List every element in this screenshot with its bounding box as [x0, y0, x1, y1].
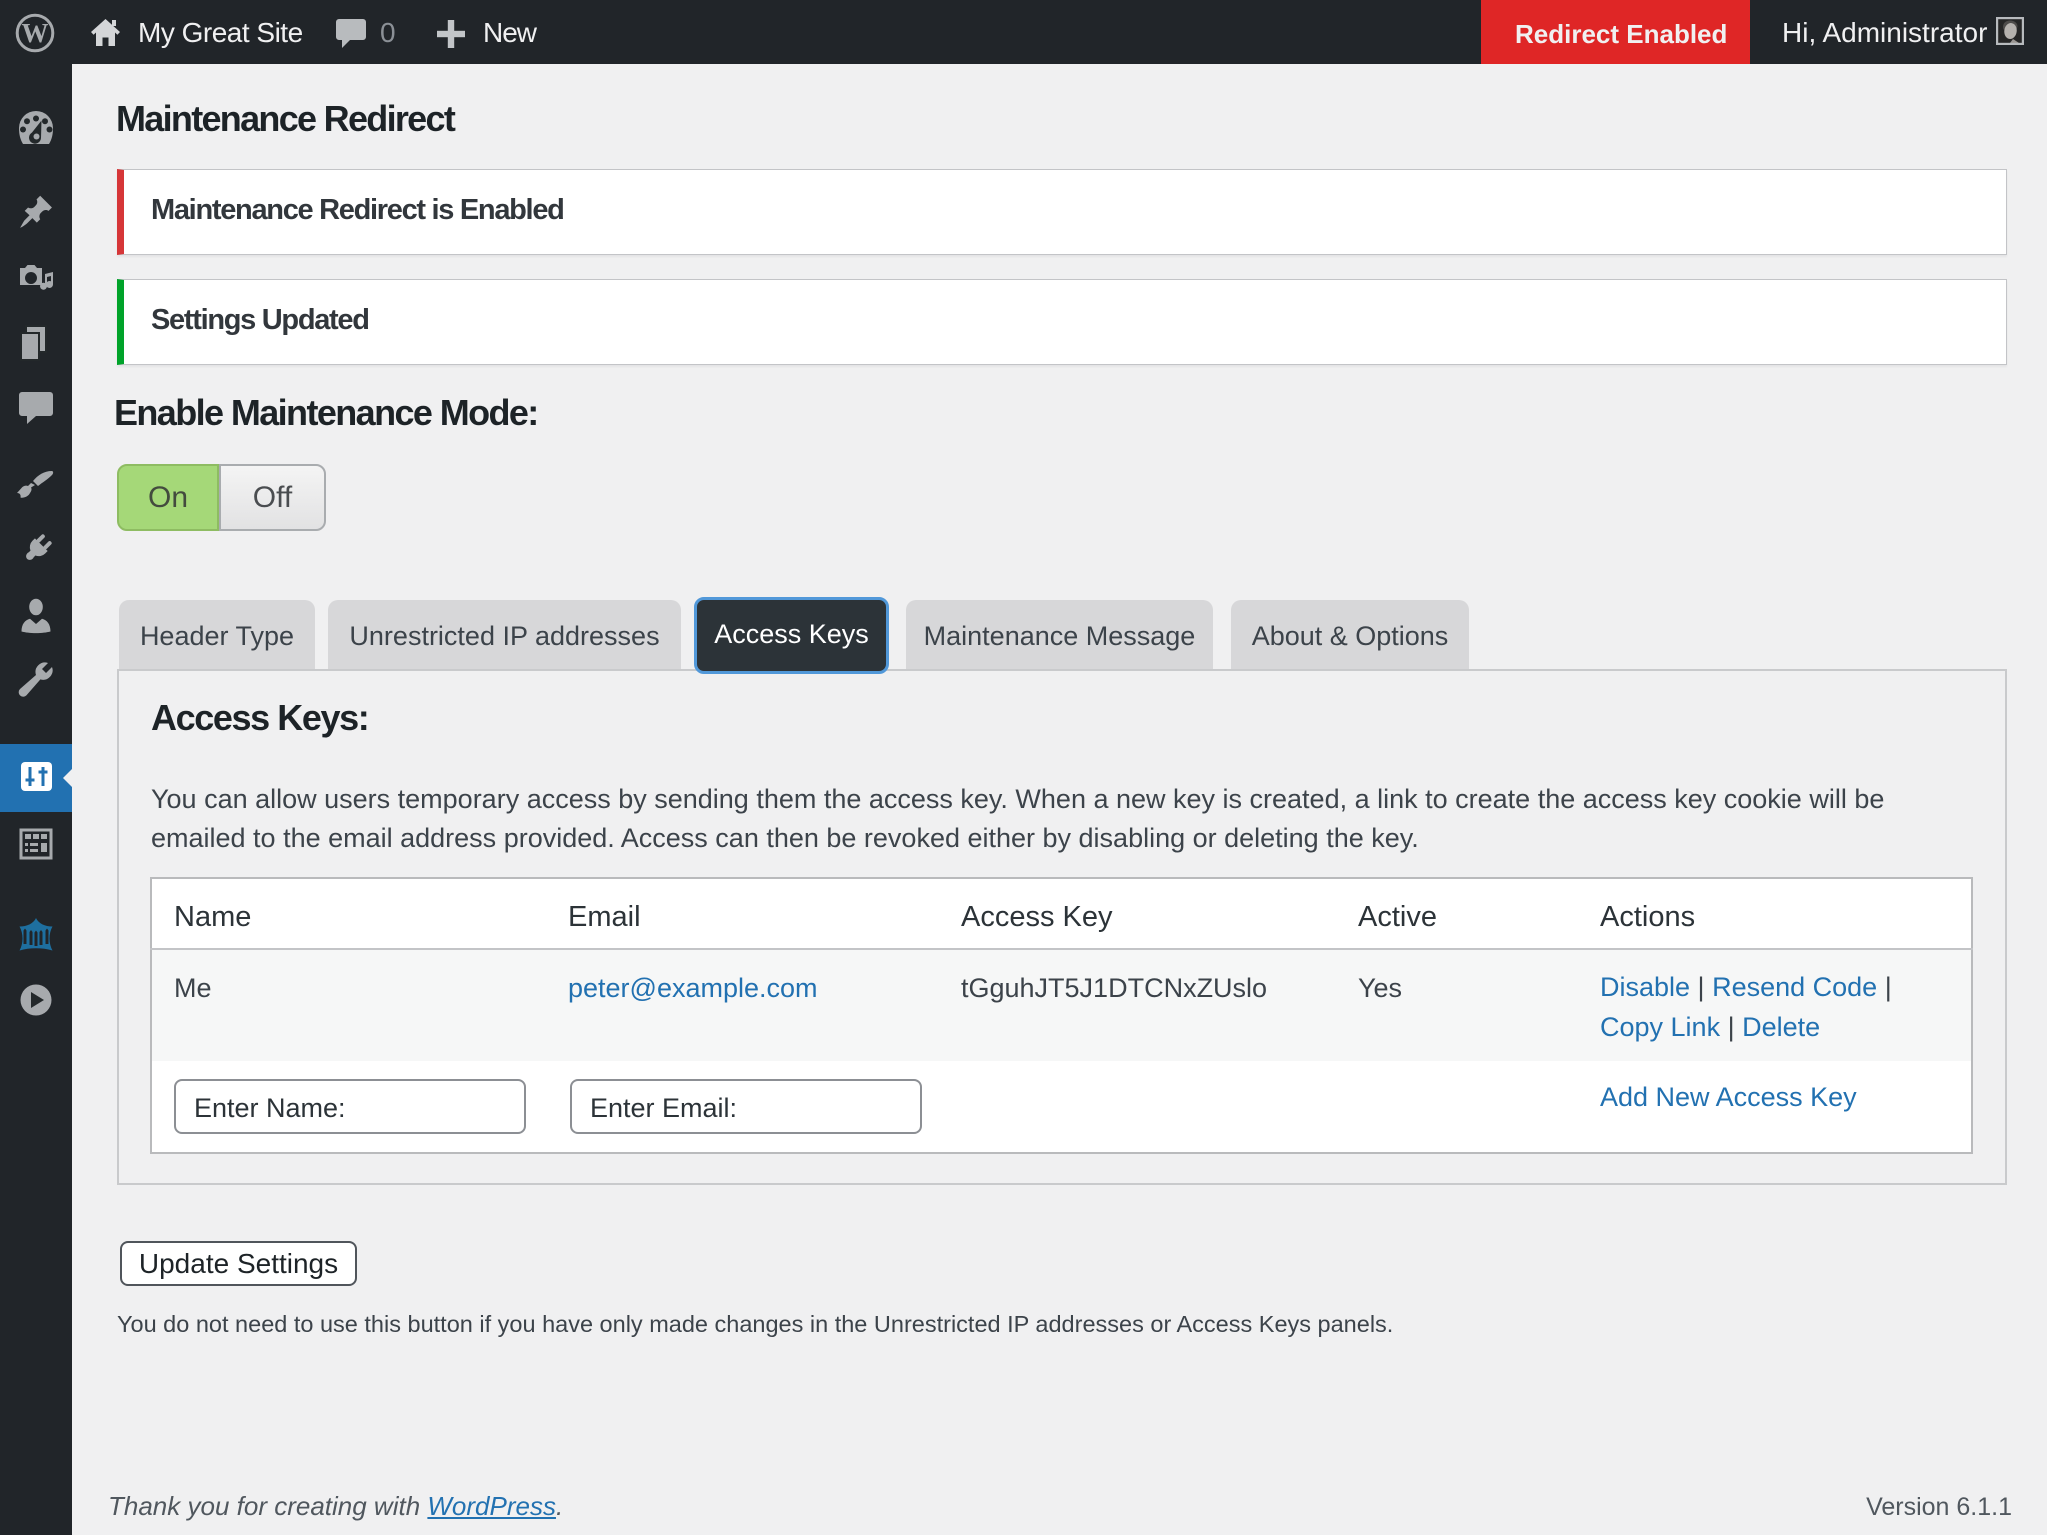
- svg-text:W: W: [22, 18, 49, 48]
